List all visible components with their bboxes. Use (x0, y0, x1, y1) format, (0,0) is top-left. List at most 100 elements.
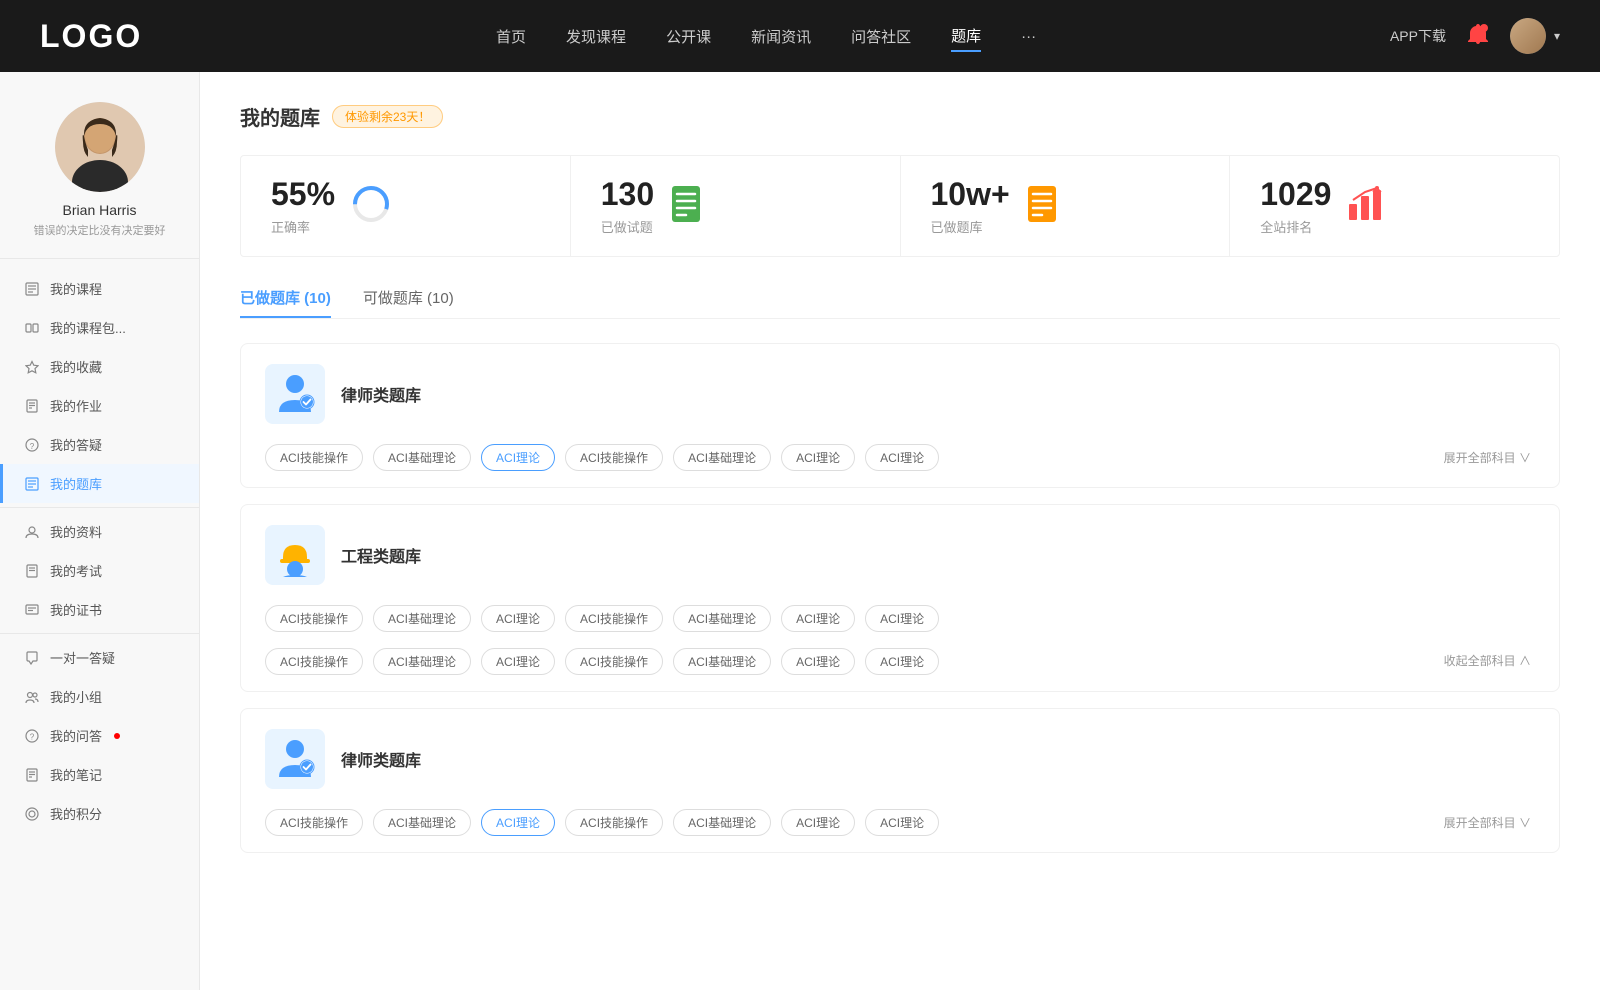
app-download-link[interactable]: APP下载 (1390, 26, 1446, 46)
one-on-one-icon (24, 650, 40, 666)
tag-active[interactable]: ACI理论 (481, 444, 555, 471)
tag[interactable]: ACI理论 (781, 444, 855, 471)
nav-discover[interactable]: 发现课程 (566, 22, 626, 51)
stat-done-banks: 10w+ 已做题库 (901, 156, 1231, 256)
tabs-row: 已做题库 (10) 可做题库 (10) (240, 287, 1560, 319)
stat-accuracy-info: 55% 正确率 (271, 176, 335, 236)
sidebar-item-my-cert[interactable]: 我的证书 (0, 590, 199, 629)
nav-more[interactable]: ··· (1021, 24, 1036, 49)
logo[interactable]: LOGO (40, 18, 142, 55)
notes-icon (24, 767, 40, 783)
sidebar-label: 我的作业 (50, 396, 102, 415)
tag[interactable]: ACI理论 (781, 809, 855, 836)
expand-link[interactable]: 展开全部科目 ∨ (1440, 445, 1535, 470)
tag[interactable]: ACI基础理论 (373, 444, 471, 471)
stat-accuracy: 55% 正确率 (241, 156, 571, 256)
tag[interactable]: ACI基础理论 (673, 809, 771, 836)
tag[interactable]: ACI基础理论 (673, 648, 771, 675)
tab-available[interactable]: 可做题库 (10) (363, 287, 454, 318)
avatar-svg (55, 102, 145, 192)
sidebar-item-one-on-one[interactable]: 一对一答疑 (0, 638, 199, 677)
navbar-avatar (1510, 18, 1546, 54)
stat-rank-info: 1029 全站排名 (1260, 176, 1331, 236)
bar-chart-icon (1347, 186, 1383, 222)
main-content: 我的题库 体验剩余23天！ 55% 正确率 (200, 72, 1600, 990)
tag[interactable]: ACI技能操作 (565, 809, 663, 836)
tag[interactable]: ACI理论 (865, 444, 939, 471)
bank-card-extra-tags: ACI技能操作 ACI基础理论 ACI理论 ACI技能操作 ACI基础理论 AC… (241, 648, 1559, 691)
sidebar-label: 我的答疑 (50, 435, 102, 454)
tag[interactable]: ACI技能操作 (565, 648, 663, 675)
tag[interactable]: ACI基础理论 (673, 605, 771, 632)
bank-card-title: 律师类题库 (341, 382, 421, 406)
sidebar-item-my-favorites[interactable]: 我的收藏 (0, 347, 199, 386)
tab-done[interactable]: 已做题库 (10) (240, 287, 331, 318)
nav-menu: 首页 发现课程 公开课 新闻资讯 问答社区 题库 ··· (496, 21, 1036, 52)
tag[interactable]: ACI基础理论 (373, 605, 471, 632)
tag[interactable]: ACI理论 (481, 648, 555, 675)
tag[interactable]: ACI技能操作 (565, 444, 663, 471)
sidebar-item-my-homework[interactable]: 我的作业 (0, 386, 199, 425)
notification-bell[interactable] (1466, 22, 1490, 51)
sidebar-item-my-questions[interactable]: ? 我的问答 (0, 716, 199, 755)
sidebar-item-my-points[interactable]: 我的积分 (0, 794, 199, 833)
tag[interactable]: ACI理论 (481, 605, 555, 632)
accuracy-value: 55% (271, 176, 335, 213)
courses-icon (24, 281, 40, 297)
sidebar-label: 我的题库 (50, 474, 102, 493)
sidebar-username: Brian Harris (20, 202, 179, 218)
tag[interactable]: ACI技能操作 (265, 648, 363, 675)
sidebar-profile: Brian Harris 错误的决定比没有决定要好 (0, 102, 199, 259)
tag[interactable]: ACI理论 (865, 809, 939, 836)
qa-icon: ? (24, 437, 40, 453)
tag[interactable]: ACI基础理论 (673, 444, 771, 471)
engineer-icon-container (265, 525, 325, 585)
user-profile[interactable]: ▾ (1510, 18, 1560, 54)
sidebar-item-my-profile[interactable]: 我的资料 (0, 512, 199, 551)
tag[interactable]: ACI理论 (781, 605, 855, 632)
sidebar-item-my-group[interactable]: 我的小组 (0, 677, 199, 716)
tag[interactable]: ACI技能操作 (565, 605, 663, 632)
cert-icon (24, 602, 40, 618)
tag[interactable]: ACI基础理论 (373, 648, 471, 675)
collapse-link[interactable]: 收起全部科目 ∧ (1440, 648, 1535, 675)
stat-banks-info: 10w+ 已做题库 (931, 176, 1010, 236)
nav-qa[interactable]: 问答社区 (851, 22, 911, 51)
expand-link-3[interactable]: 展开全部科目 ∨ (1440, 810, 1535, 835)
sidebar-item-my-notes[interactable]: 我的笔记 (0, 755, 199, 794)
sidebar-divider (0, 507, 199, 508)
accuracy-icon (351, 184, 391, 229)
tag[interactable]: ACI理论 (865, 605, 939, 632)
nav-news[interactable]: 新闻资讯 (751, 22, 811, 51)
sidebar-item-my-courses[interactable]: 我的课程 (0, 269, 199, 308)
lawyer-icon-container-2 (265, 729, 325, 789)
bank-card-header: 律师类题库 (241, 709, 1559, 809)
sidebar-item-my-question-bank[interactable]: 我的题库 (0, 464, 199, 503)
sidebar: Brian Harris 错误的决定比没有决定要好 我的课程 我的课程包... (0, 72, 200, 990)
sidebar-label: 我的问答 (50, 726, 102, 745)
tag[interactable]: ACI理论 (865, 648, 939, 675)
sidebar-divider (0, 633, 199, 634)
tag[interactable]: ACI技能操作 (265, 605, 363, 632)
tag[interactable]: ACI技能操作 (265, 809, 363, 836)
stat-done-info: 130 已做试题 (601, 176, 654, 236)
sidebar-item-my-packages[interactable]: 我的课程包... (0, 308, 199, 347)
done-questions-label: 已做试题 (601, 217, 654, 236)
tag[interactable]: ACI基础理论 (373, 809, 471, 836)
question-bank-icon (24, 476, 40, 492)
nav-question-bank[interactable]: 题库 (951, 21, 981, 52)
sidebar-item-my-exam[interactable]: 我的考试 (0, 551, 199, 590)
nav-open-course[interactable]: 公开课 (666, 22, 711, 51)
tag[interactable]: ACI技能操作 (265, 444, 363, 471)
sidebar-label: 我的证书 (50, 600, 102, 619)
bank-card-lawyer-2: 律师类题库 ACI技能操作 ACI基础理论 ACI理论 ACI技能操作 ACI基… (240, 708, 1560, 853)
bank-card-title: 工程类题库 (341, 543, 421, 567)
sidebar-label: 我的积分 (50, 804, 102, 823)
group-icon (24, 689, 40, 705)
nav-home[interactable]: 首页 (496, 22, 526, 51)
sidebar-label: 我的课程包... (50, 318, 126, 337)
tag[interactable]: ACI理论 (781, 648, 855, 675)
tag-active[interactable]: ACI理论 (481, 809, 555, 836)
done-banks-icon (1026, 184, 1062, 229)
sidebar-item-my-qa[interactable]: ? 我的答疑 (0, 425, 199, 464)
